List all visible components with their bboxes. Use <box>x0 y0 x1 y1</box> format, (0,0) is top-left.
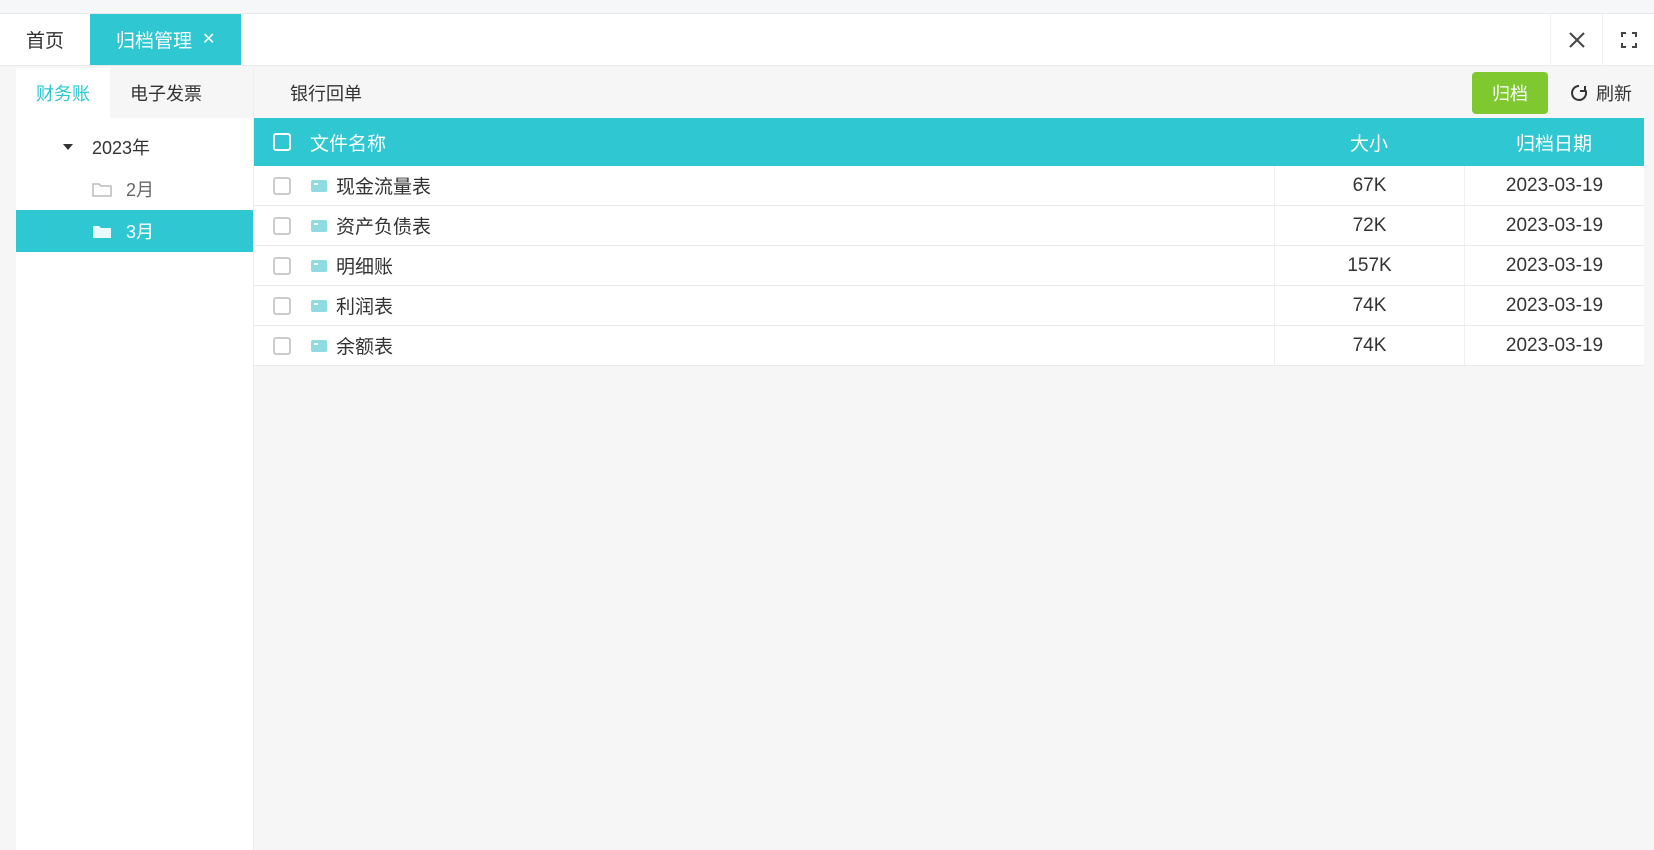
th-filename: 文件名称 <box>310 129 1274 156</box>
sub-tab-bank[interactable]: 银行回单 <box>274 80 382 106</box>
row-checkbox[interactable] <box>273 297 291 315</box>
sub-tab-row: 财务账 电子发票 <box>16 68 253 118</box>
folder-icon <box>92 223 112 239</box>
file-size: 74K <box>1274 326 1464 365</box>
file-name: 现金流量表 <box>336 172 431 199</box>
tree-year-label: 2023年 <box>92 134 150 160</box>
file-date: 2023-03-19 <box>1464 326 1644 365</box>
close-window-button[interactable] <box>1550 14 1602 66</box>
file-icon <box>310 218 328 234</box>
refresh-button[interactable]: 刷新 <box>1570 80 1632 106</box>
caret-down-icon <box>62 142 74 152</box>
toolbar: 银行回单 归档 刷新 <box>254 68 1654 118</box>
sub-tab-einvoice-label: 电子发票 <box>130 80 202 106</box>
content-root: 财务账 电子发票 2023年 2月 <box>0 66 1654 850</box>
tree-month-label: 3月 <box>126 218 154 244</box>
tree-year-node[interactable]: 2023年 <box>16 126 253 168</box>
file-size: 74K <box>1274 286 1464 325</box>
file-date: 2023-03-19 <box>1464 206 1644 245</box>
table-row[interactable]: 余额表 74K 2023-03-19 <box>254 326 1644 366</box>
file-icon <box>310 298 328 314</box>
sidebar: 财务账 电子发票 2023年 2月 <box>16 68 254 850</box>
top-tab-bar: 首页 归档管理 ✕ <box>0 14 1654 66</box>
tree-month-label: 2月 <box>126 176 154 202</box>
file-date: 2023-03-19 <box>1464 166 1644 205</box>
close-icon <box>1568 31 1586 49</box>
th-date: 归档日期 <box>1464 129 1644 156</box>
main-panel: 银行回单 归档 刷新 文件名称 大小 归档日期 <box>254 68 1654 850</box>
file-name: 余额表 <box>336 332 393 359</box>
tab-archive-label: 归档管理 <box>116 26 192 53</box>
top-right-actions <box>1550 14 1654 65</box>
fullscreen-button[interactable] <box>1602 14 1654 66</box>
refresh-icon <box>1570 84 1588 102</box>
tree-month-mar[interactable]: 3月 <box>16 210 253 252</box>
file-size: 72K <box>1274 206 1464 245</box>
file-size: 67K <box>1274 166 1464 205</box>
table-row[interactable]: 明细账 157K 2023-03-19 <box>254 246 1644 286</box>
tab-archive-management[interactable]: 归档管理 ✕ <box>90 14 241 65</box>
folder-icon <box>92 181 112 197</box>
file-icon <box>310 178 328 194</box>
file-name: 利润表 <box>336 292 393 319</box>
th-size: 大小 <box>1274 129 1464 156</box>
sub-tab-finance-label: 财务账 <box>36 80 90 106</box>
sub-tab-einvoice[interactable]: 电子发票 <box>110 68 222 118</box>
folder-tree: 2023年 2月 3月 <box>16 118 253 850</box>
file-date: 2023-03-19 <box>1464 246 1644 285</box>
table-row[interactable]: 现金流量表 67K 2023-03-19 <box>254 166 1644 206</box>
tab-home-label: 首页 <box>26 26 64 53</box>
fullscreen-icon <box>1620 31 1638 49</box>
file-size: 157K <box>1274 246 1464 285</box>
tab-home[interactable]: 首页 <box>0 14 90 65</box>
select-all-checkbox[interactable] <box>273 133 291 151</box>
row-checkbox[interactable] <box>273 337 291 355</box>
table-header-row: 文件名称 大小 归档日期 <box>254 118 1644 166</box>
sub-tab-bank-label: 银行回单 <box>290 80 362 106</box>
file-name: 资产负债表 <box>336 212 431 239</box>
file-icon <box>310 258 328 274</box>
tree-month-feb[interactable]: 2月 <box>16 168 253 210</box>
refresh-label: 刷新 <box>1596 80 1632 106</box>
table-row[interactable]: 利润表 74K 2023-03-19 <box>254 286 1644 326</box>
file-name: 明细账 <box>336 252 393 279</box>
file-icon <box>310 338 328 354</box>
archive-button[interactable]: 归档 <box>1472 72 1548 114</box>
top-hairline <box>0 0 1654 14</box>
close-icon[interactable]: ✕ <box>202 32 215 48</box>
row-checkbox[interactable] <box>273 257 291 275</box>
row-checkbox[interactable] <box>273 217 291 235</box>
file-date: 2023-03-19 <box>1464 286 1644 325</box>
table-row[interactable]: 资产负债表 72K 2023-03-19 <box>254 206 1644 246</box>
sub-tab-finance[interactable]: 财务账 <box>16 68 110 118</box>
row-checkbox[interactable] <box>273 177 291 195</box>
file-table: 文件名称 大小 归档日期 现金流量表 67K 2023-03-19 资产负债表 <box>254 118 1644 366</box>
